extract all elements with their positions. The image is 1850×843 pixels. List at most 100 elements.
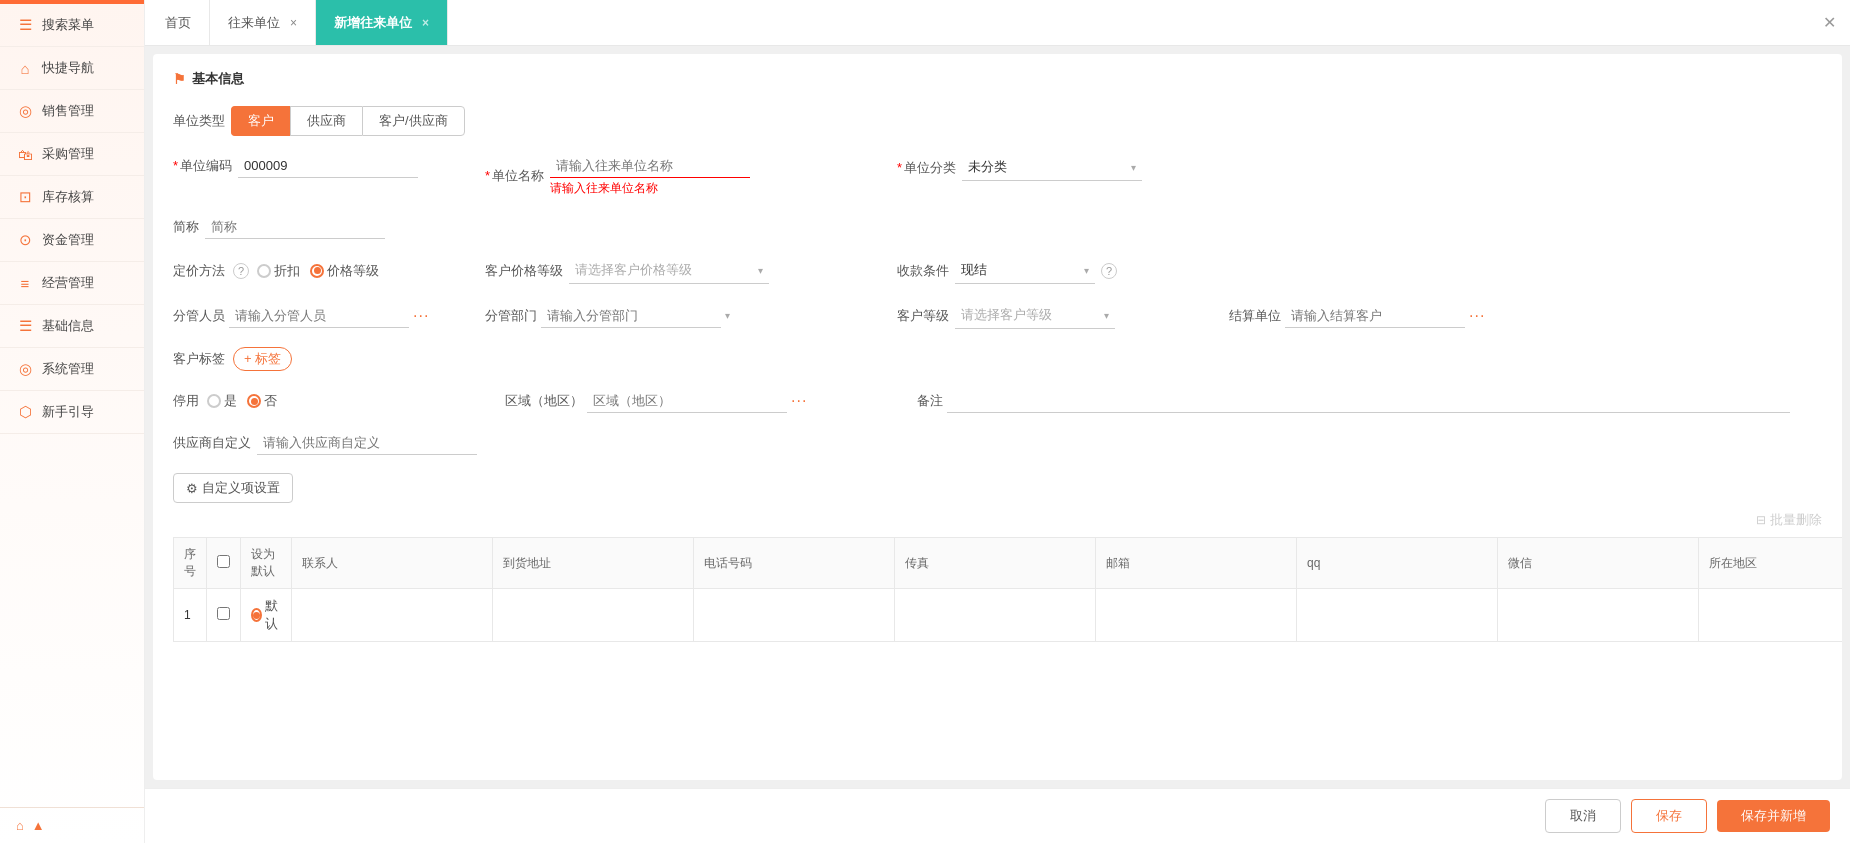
customer-level-select[interactable]: 请选择客户等级 ▾ xyxy=(955,302,1115,329)
row-region-input[interactable] xyxy=(1709,604,1842,627)
yes-radio-circle xyxy=(207,394,221,408)
col-seq: 序号 xyxy=(174,538,207,589)
form-field-customer-tag: 客户标签 + 标签 xyxy=(173,347,453,371)
manager-label: 分管人员 xyxy=(173,307,225,325)
row-default-radio[interactable]: 默认 xyxy=(251,597,281,633)
payment-terms-help-icon[interactable]: ? xyxy=(1101,263,1117,279)
guide-icon: ⬡ xyxy=(16,403,34,421)
unit-name-input[interactable] xyxy=(550,154,750,178)
sidebar-item-system[interactable]: ◎ 系统管理 xyxy=(0,348,144,391)
tab-new-contact[interactable]: 新增往来单位 × xyxy=(316,0,448,45)
pricing-radio-discount[interactable]: 折扣 xyxy=(257,262,300,280)
row-fax-input[interactable] xyxy=(905,604,1085,627)
bottom-icon1[interactable]: ⌂ xyxy=(16,818,24,833)
supplier-custom-input[interactable] xyxy=(257,431,477,455)
system-icon: ◎ xyxy=(16,360,34,378)
pricing-method-label: 定价方法 xyxy=(173,262,225,280)
manager-more-icon[interactable]: ··· xyxy=(413,307,429,325)
row-phone-input[interactable] xyxy=(704,604,884,627)
sidebar-item-finance[interactable]: ⊙ 资金管理 xyxy=(0,219,144,262)
tab-new-contact-label: 新增往来单位 xyxy=(334,14,412,32)
tab-contacts-close[interactable]: × xyxy=(290,16,297,30)
sidebar-item-search[interactable]: ☰ 搜索菜单 xyxy=(0,4,144,47)
basic-info-icon: ☰ xyxy=(16,317,34,335)
payment-terms-label: 收款条件 xyxy=(897,262,949,280)
department-chevron: ▾ xyxy=(725,310,730,321)
manager-input[interactable] xyxy=(229,304,409,328)
form-row-customer-tag: 客户标签 + 标签 xyxy=(173,347,1822,371)
row-email xyxy=(1096,589,1297,642)
row-address xyxy=(493,589,694,642)
form-row-abbrev: 简称 xyxy=(173,215,1822,239)
sidebar-item-guide[interactable]: ⬡ 新手引导 xyxy=(0,391,144,434)
discount-label: 折扣 xyxy=(274,262,300,280)
settlement-unit-label: 结算单位 xyxy=(1229,307,1281,325)
select-all-checkbox[interactable] xyxy=(217,555,230,568)
unit-name-input-group: 请输入往来单位名称 xyxy=(550,154,750,197)
row-wechat-input[interactable] xyxy=(1508,604,1688,627)
tab-new-contact-close[interactable]: × xyxy=(422,16,429,30)
disabled-radio-yes[interactable]: 是 xyxy=(207,392,237,410)
sidebar-item-inventory[interactable]: ⊡ 库存核算 xyxy=(0,176,144,219)
sidebar-item-sales[interactable]: ◎ 销售管理 xyxy=(0,90,144,133)
tab-contacts[interactable]: 往来单位 × xyxy=(210,0,316,45)
sidebar-item-label-purchase: 采购管理 xyxy=(42,145,94,163)
unit-type-btn-both[interactable]: 客户/供应商 xyxy=(362,106,465,136)
form-field-remark: 备注 xyxy=(917,389,1790,413)
tab-home[interactable]: 首页 xyxy=(145,0,210,45)
settlement-unit-more-icon[interactable]: ··· xyxy=(1469,307,1485,325)
region-label: 区域（地区） xyxy=(505,392,583,410)
abbrev-input[interactable] xyxy=(205,215,385,239)
row-address-input[interactable] xyxy=(503,604,683,627)
sidebar-item-operations[interactable]: ≡ 经营管理 xyxy=(0,262,144,305)
payment-terms-select[interactable]: 现结 ▾ xyxy=(955,257,1095,284)
customer-level-placeholder: 请选择客户等级 xyxy=(961,306,1100,324)
batch-delete-label[interactable]: 批量删除 xyxy=(1770,511,1822,529)
sidebar-item-label-basic-info: 基础信息 xyxy=(42,317,94,335)
pricing-radio-group: 折扣 价格等级 xyxy=(257,262,379,280)
form-field-customer-level: 客户等级 请选择客户等级 ▾ xyxy=(897,302,1177,329)
home-icon: ⌂ xyxy=(16,59,34,77)
pricing-help-icon[interactable]: ? xyxy=(233,263,249,279)
row-qq-input[interactable] xyxy=(1307,604,1487,627)
disabled-radio-group: 是 否 xyxy=(207,392,277,410)
section-title-basic-info: ⚑ 基本信息 xyxy=(173,70,1822,88)
row-email-input[interactable] xyxy=(1106,604,1286,627)
unit-category-label: *单位分类 xyxy=(897,159,956,177)
row-phone xyxy=(694,589,895,642)
department-input[interactable] xyxy=(541,304,721,328)
sidebar-item-quick-nav[interactable]: ⌂ 快捷导航 xyxy=(0,47,144,90)
settlement-unit-input[interactable] xyxy=(1285,304,1465,328)
section-title-label: 基本信息 xyxy=(192,70,244,88)
col-contact: 联系人 xyxy=(292,538,493,589)
bottom-icon2[interactable]: ▲ xyxy=(32,818,45,833)
remark-input[interactable] xyxy=(947,389,1790,413)
row-checkbox[interactable] xyxy=(217,607,230,620)
unit-category-select[interactable]: 未分类 ▾ xyxy=(962,154,1142,181)
save-button[interactable]: 保存 xyxy=(1631,799,1707,833)
custom-settings-button[interactable]: ⚙ 自定义项设置 xyxy=(173,473,293,503)
row-contact-input[interactable] xyxy=(302,604,482,627)
custom-settings-label: 自定义项设置 xyxy=(202,479,280,497)
unit-name-error: 请输入往来单位名称 xyxy=(550,180,750,197)
region-input[interactable] xyxy=(587,389,787,413)
form-field-payment-terms: 收款条件 现结 ▾ ? xyxy=(897,257,1177,284)
customer-price-level-select[interactable]: 请选择客户价格等级 ▾ xyxy=(569,257,769,284)
add-tag-button[interactable]: + 标签 xyxy=(233,347,292,371)
window-close-button[interactable]: ✕ xyxy=(1809,13,1850,32)
pricing-radio-level[interactable]: 价格等级 xyxy=(310,262,379,280)
col-phone: 电话号码 xyxy=(694,538,895,589)
col-address: 到货地址 xyxy=(493,538,694,589)
cancel-button[interactable]: 取消 xyxy=(1545,799,1621,833)
sidebar-item-basic-info[interactable]: ☰ 基础信息 xyxy=(0,305,144,348)
save-and-new-button[interactable]: 保存并新增 xyxy=(1717,800,1830,832)
supplier-custom-label: 供应商自定义 xyxy=(173,434,251,452)
unit-type-btn-supplier[interactable]: 供应商 xyxy=(290,106,362,136)
finance-icon: ⊙ xyxy=(16,231,34,249)
sidebar-item-purchase[interactable]: 🛍 采购管理 xyxy=(0,133,144,176)
region-more-icon[interactable]: ··· xyxy=(791,392,807,410)
abbrev-label: 简称 xyxy=(173,218,199,236)
unit-type-btn-customer[interactable]: 客户 xyxy=(231,106,290,136)
disabled-radio-no[interactable]: 否 xyxy=(247,392,277,410)
unit-code-input[interactable] xyxy=(238,154,418,178)
